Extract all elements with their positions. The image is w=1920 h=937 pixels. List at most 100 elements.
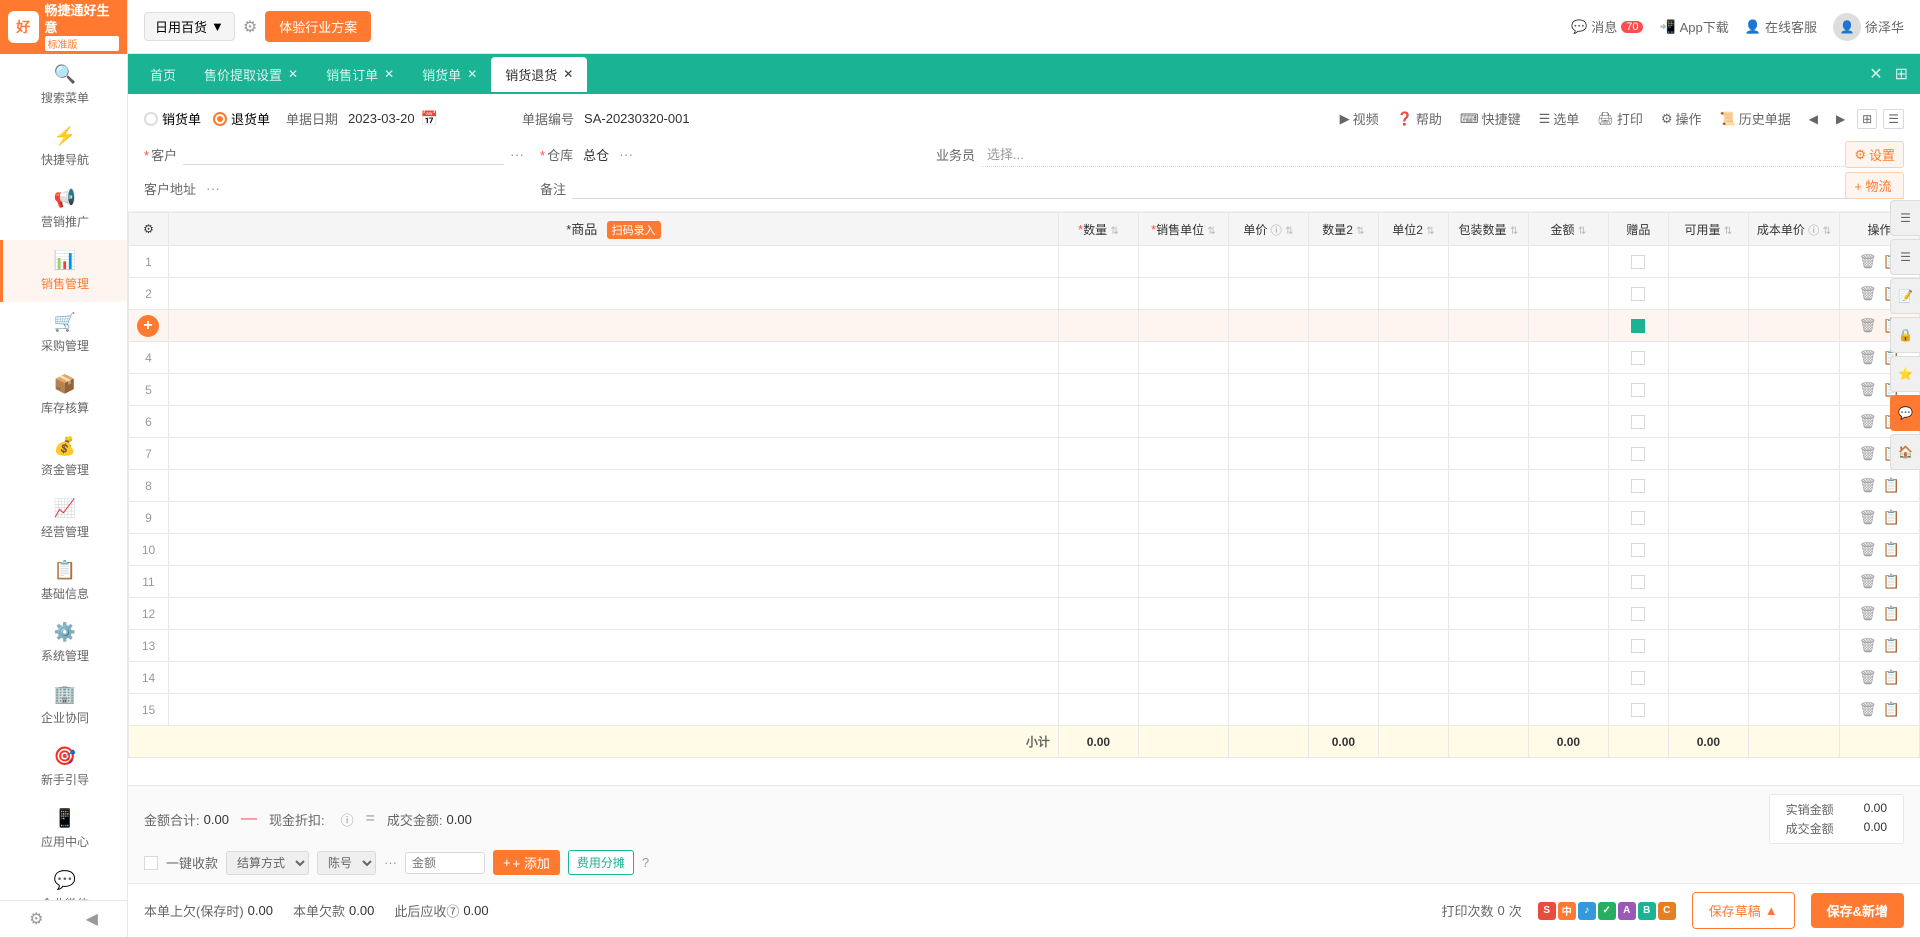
save-new-btn[interactable]: 保存&新增 [1811, 893, 1904, 928]
sidebar-item-quick-nav[interactable]: ⚡ 快捷导航 [0, 116, 127, 178]
save-draft-btn[interactable]: 保存草稿 ▲ [1692, 892, 1795, 929]
sidebar-item-enterprise[interactable]: 🏢 企业协同 [0, 674, 127, 736]
gift-checkbox-12[interactable] [1631, 607, 1645, 621]
s-icon-7[interactable]: C [1658, 902, 1676, 920]
row-3-available[interactable] [1668, 310, 1748, 342]
amount-input[interactable] [405, 852, 485, 874]
row-2-product[interactable] [169, 278, 1059, 310]
customer-input[interactable] [183, 143, 504, 165]
s-icon-3[interactable]: ♪ [1578, 902, 1596, 920]
delete-row-2[interactable]: 🗑 [1859, 285, 1877, 302]
copy-row-14[interactable]: 📋 [1883, 669, 1900, 686]
logistics-btn[interactable]: + 物流 [1845, 172, 1904, 199]
gift-checkbox-7[interactable] [1631, 447, 1645, 461]
row-2-available[interactable] [1668, 278, 1748, 310]
copy-row-13[interactable]: 📋 [1883, 637, 1900, 654]
tab-home[interactable]: 首页 [136, 57, 190, 92]
nav-next-btn[interactable]: ▶ [1830, 109, 1851, 129]
row-1-unit2[interactable] [1378, 246, 1448, 278]
row-2-quantity[interactable] [1058, 278, 1138, 310]
delete-row-14[interactable]: 🗑 [1859, 669, 1877, 686]
close-tab-btn[interactable]: ✕ [1865, 60, 1886, 88]
delete-row-13[interactable]: 🗑 [1859, 637, 1877, 654]
row-3-unit2[interactable] [1378, 310, 1448, 342]
help-tooltip-icon[interactable]: ⓘ [341, 810, 354, 829]
sidebar-collapse-btn[interactable]: ◀ [86, 909, 98, 929]
tab-sales-delivery[interactable]: 销货单 ✕ [408, 57, 491, 92]
sidebar-item-sales[interactable]: 📊 销售管理 [0, 240, 127, 302]
delete-row-3[interactable]: 🗑 [1859, 317, 1877, 334]
account-more-icon[interactable]: ··· [384, 855, 397, 870]
s-icon-2[interactable]: 中 [1558, 902, 1576, 920]
row-2-unit[interactable] [1138, 278, 1228, 310]
row-3-cost-price[interactable] [1748, 310, 1839, 342]
row-3-quantity[interactable] [1058, 310, 1138, 342]
row-2-amount[interactable] [1528, 278, 1608, 310]
delete-row-10[interactable]: 🗑 [1859, 541, 1877, 558]
rsb-btn-5[interactable]: ⭐ [1890, 356, 1920, 392]
sidebar-item-system[interactable]: ⚙️ 系统管理 [0, 612, 127, 674]
row-1-qty2[interactable] [1308, 246, 1378, 278]
help-btn[interactable]: ❓ 帮助 [1391, 106, 1448, 131]
copy-row-12[interactable]: 📋 [1883, 605, 1900, 622]
sidebar-settings-btn[interactable]: ⚙ [29, 909, 43, 929]
sidebar-item-guide[interactable]: 🎯 新手引导 [0, 736, 127, 798]
tab-sales-return[interactable]: 销货退货 ✕ [491, 57, 587, 92]
sidebar-item-purchase[interactable]: 🛒 采购管理 [0, 302, 127, 364]
rsb-btn-1[interactable]: ☰ [1890, 200, 1920, 236]
gift-checkbox-15[interactable] [1631, 703, 1645, 717]
copy-row-10[interactable]: 📋 [1883, 541, 1900, 558]
row-1-unit[interactable] [1138, 246, 1228, 278]
radio-return[interactable]: 退货单 [213, 109, 270, 128]
tab-delivery-close[interactable]: ✕ [467, 67, 477, 81]
gift-checkbox-1[interactable] [1631, 255, 1645, 269]
grid-view-btn[interactable]: ⊞ [1857, 109, 1877, 129]
row-2-cost-price[interactable] [1748, 278, 1839, 310]
row-1-available[interactable] [1668, 246, 1748, 278]
row-2-unit2[interactable] [1378, 278, 1448, 310]
experience-btn[interactable]: 体验行业方案 [265, 11, 371, 42]
row-1-cost-price[interactable] [1748, 246, 1839, 278]
online-service-btn[interactable]: 👤 在线客服 [1745, 17, 1817, 36]
video-btn[interactable]: ▶ 视频 [1334, 106, 1385, 131]
calc-method-select[interactable]: 结算方式 [226, 851, 309, 875]
rsb-btn-7[interactable]: 🏠 [1890, 434, 1920, 470]
tab-order-close[interactable]: ✕ [384, 67, 394, 81]
tab-sales-order[interactable]: 销售订单 ✕ [312, 57, 408, 92]
account-select[interactable]: 陈号 [317, 851, 376, 875]
select-order-btn[interactable]: ☰ 选单 [1533, 106, 1586, 131]
delete-row-5[interactable]: 🗑 [1859, 381, 1877, 398]
warehouse-more-icon[interactable]: ··· [619, 146, 633, 162]
one-click-checkbox[interactable] [144, 856, 158, 870]
row-1-amount[interactable] [1528, 246, 1608, 278]
row-1-quantity[interactable] [1058, 246, 1138, 278]
maximize-btn[interactable]: ⊞ [1891, 60, 1912, 88]
add-payment-btn[interactable]: + + 添加 [493, 850, 560, 875]
customer-more-icon[interactable]: ··· [510, 146, 524, 162]
header-settings-icon[interactable]: ⚙ [243, 17, 257, 37]
settings-form-btn[interactable]: ⚙ 设置 [1845, 141, 1904, 168]
gift-checkbox-10[interactable] [1631, 543, 1645, 557]
radio-sales[interactable]: 销货单 [144, 109, 201, 128]
one-click-payment-checkbox[interactable]: 一键收款 [144, 853, 218, 872]
row-3-price[interactable] [1228, 310, 1308, 342]
nav-prev-btn[interactable]: ◀ [1803, 109, 1824, 129]
shortcut-btn[interactable]: ⌨ 快捷键 [1454, 106, 1527, 131]
scan-input-btn[interactable]: 扫码录入 [607, 221, 661, 239]
fee-split-btn[interactable]: 费用分摊 [568, 850, 634, 875]
copy-row-8[interactable]: 📋 [1883, 477, 1900, 494]
copy-row-15[interactable]: 📋 [1883, 701, 1900, 718]
row-3-amount[interactable] [1528, 310, 1608, 342]
salesperson-input[interactable]: 选择... [981, 141, 1884, 167]
sidebar-item-operations[interactable]: 📈 经营管理 [0, 488, 127, 550]
s-icon-1[interactable]: S [1538, 902, 1556, 920]
user-info[interactable]: 👤 徐泽华 [1833, 13, 1904, 41]
sidebar-item-inventory[interactable]: 📦 库存核算 [0, 364, 127, 426]
delete-row-6[interactable]: 🗑 [1859, 413, 1877, 430]
delete-row-1[interactable]: 🗑 [1859, 253, 1877, 270]
sidebar-item-search-menu[interactable]: 🔍 搜索菜单 [0, 54, 127, 116]
print-btn[interactable]: 🖨 打印 [1591, 106, 1649, 131]
gift-checkbox-13[interactable] [1631, 639, 1645, 653]
delete-row-12[interactable]: 🗑 [1859, 605, 1877, 622]
copy-row-9[interactable]: 📋 [1883, 509, 1900, 526]
